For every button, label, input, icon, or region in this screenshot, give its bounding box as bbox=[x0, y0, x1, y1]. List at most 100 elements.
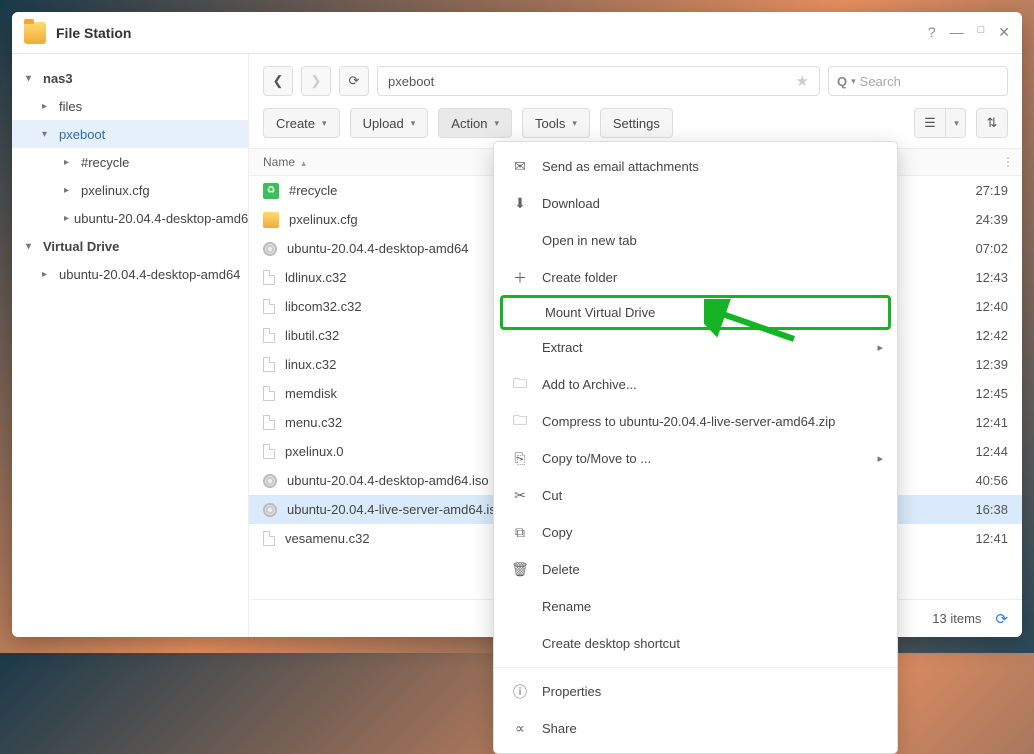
tree-files[interactable]: ▸ files bbox=[12, 92, 248, 120]
chevron-right-icon: ▸ bbox=[877, 452, 883, 465]
cut-icon: ✂ bbox=[512, 487, 528, 504]
file-time: 12:41 bbox=[938, 531, 1008, 546]
ctx-copy[interactable]: ⧉Copy bbox=[494, 514, 897, 551]
disc-icon bbox=[263, 503, 277, 517]
window-title: File Station bbox=[56, 25, 131, 41]
chevron-right-icon: ▸ bbox=[64, 213, 69, 224]
upload-button[interactable]: Upload▾ bbox=[350, 108, 429, 138]
chevron-down-icon: ▾ bbox=[26, 241, 38, 252]
folder-icon bbox=[263, 212, 279, 228]
file-icon bbox=[263, 415, 275, 430]
chevron-down-icon: ▾ bbox=[322, 118, 327, 129]
column-menu-icon[interactable]: ⋮ bbox=[1002, 155, 1014, 169]
info-icon: ⓘ bbox=[512, 682, 528, 702]
ctx-share[interactable]: ∝Share bbox=[494, 710, 897, 747]
compress-icon: 🗀 bbox=[512, 410, 528, 434]
tree-root-label: nas3 bbox=[43, 71, 73, 86]
ctx-cut[interactable]: ✂Cut bbox=[494, 477, 897, 514]
ctx-rename[interactable]: Rename bbox=[494, 588, 897, 625]
sidebar: ▾ nas3 ▸ files ▾ pxeboot ▸ #recycle ▸ px… bbox=[12, 54, 249, 637]
path-bar[interactable]: pxeboot ★ bbox=[377, 66, 820, 96]
file-time: 12:44 bbox=[938, 444, 1008, 459]
file-time: 12:40 bbox=[938, 299, 1008, 314]
back-button[interactable]: ❮ bbox=[263, 66, 293, 96]
ctx-copy-move[interactable]: ⎘Copy to/Move to ...▸ bbox=[494, 440, 897, 477]
ctx-open-tab[interactable]: Open in new tab bbox=[494, 222, 897, 259]
file-time: 27:19 bbox=[938, 183, 1008, 198]
tree-label: Virtual Drive bbox=[43, 239, 119, 254]
search-icon: Q bbox=[837, 74, 847, 89]
tree-label: pxelinux.cfg bbox=[81, 183, 150, 198]
file-time: 24:39 bbox=[938, 212, 1008, 227]
download-icon: ⬇ bbox=[512, 195, 528, 212]
create-button[interactable]: Create▾ bbox=[263, 108, 340, 138]
file-icon bbox=[263, 386, 275, 401]
star-icon[interactable]: ★ bbox=[796, 72, 809, 90]
tree-pxelinuxcfg[interactable]: ▸ pxelinux.cfg bbox=[12, 176, 248, 204]
ctx-compress[interactable]: 🗀Compress to ubuntu-20.04.4-live-server-… bbox=[494, 403, 897, 440]
chevron-down-icon: ▾ bbox=[494, 118, 499, 129]
divider bbox=[494, 667, 897, 668]
close-icon[interactable]: ✕ bbox=[998, 24, 1010, 41]
ctx-properties[interactable]: ⓘProperties bbox=[494, 673, 897, 710]
ctx-shortcut[interactable]: Create desktop shortcut bbox=[494, 625, 897, 662]
chevron-right-icon: ▸ bbox=[42, 101, 54, 112]
ctx-extract[interactable]: Extract▸ bbox=[494, 329, 897, 366]
chevron-down-icon: ▾ bbox=[572, 118, 577, 129]
ctx-add-archive[interactable]: 🗀Add to Archive... bbox=[494, 366, 897, 403]
new-folder-icon: ＋ bbox=[512, 268, 528, 288]
file-icon bbox=[263, 328, 275, 343]
tools-button[interactable]: Tools▾ bbox=[522, 108, 590, 138]
sort-icon[interactable]: ⇅ bbox=[976, 108, 1008, 138]
tree-label: pxeboot bbox=[59, 127, 105, 142]
forward-button[interactable]: ❯ bbox=[301, 66, 331, 96]
chevron-right-icon: ▸ bbox=[42, 269, 54, 280]
recycle-icon: ♻ bbox=[263, 183, 279, 199]
tree-label: ubuntu-20.04.4-desktop-amd64 bbox=[74, 211, 248, 226]
nav-toolbar: ❮ ❯ ⟳ pxeboot ★ Q▾ Search bbox=[249, 54, 1022, 102]
file-time: 12:39 bbox=[938, 357, 1008, 372]
mail-icon: ✉ bbox=[512, 158, 528, 175]
file-station-window: File Station ? — □ ✕ ▾ nas3 ▸ files ▾ px… bbox=[12, 12, 1022, 637]
copy-icon: ⧉ bbox=[512, 524, 528, 541]
titlebar: File Station ? — □ ✕ bbox=[12, 12, 1022, 54]
settings-button[interactable]: Settings bbox=[600, 108, 673, 138]
ctx-send-email[interactable]: ✉Send as email attachments bbox=[494, 148, 897, 185]
action-button[interactable]: Action▾ bbox=[438, 108, 512, 138]
help-icon[interactable]: ? bbox=[928, 24, 936, 41]
chevron-right-icon: ▸ bbox=[64, 185, 76, 196]
folder-app-icon bbox=[24, 22, 46, 44]
tree-vd-ubuntu[interactable]: ▸ ubuntu-20.04.4-desktop-amd64 bbox=[12, 260, 248, 288]
tree-recycle[interactable]: ▸ #recycle bbox=[12, 148, 248, 176]
file-icon bbox=[263, 299, 275, 314]
view-list-icon[interactable]: ☰ bbox=[914, 108, 946, 138]
file-time: 07:02 bbox=[938, 241, 1008, 256]
ctx-create-folder[interactable]: ＋Create folder bbox=[494, 259, 897, 296]
view-dropdown-icon[interactable]: ▾ bbox=[946, 108, 966, 138]
chevron-down-icon: ▾ bbox=[411, 118, 416, 129]
sort-asc-icon: ▴ bbox=[301, 158, 306, 168]
chevron-down-icon: ▾ bbox=[851, 76, 856, 87]
chevron-down-icon: ▾ bbox=[26, 73, 38, 84]
maximize-icon[interactable]: □ bbox=[978, 24, 985, 41]
context-menu: ✉Send as email attachments ⬇Download Ope… bbox=[493, 141, 898, 754]
file-icon bbox=[263, 357, 275, 372]
reload-icon[interactable]: ⟳ bbox=[995, 610, 1008, 628]
ctx-mount-virtual-drive[interactable]: Mount Virtual Drive bbox=[500, 295, 891, 330]
minimize-icon[interactable]: — bbox=[950, 24, 964, 41]
tree-pxeboot[interactable]: ▾ pxeboot bbox=[12, 120, 248, 148]
search-input[interactable]: Q▾ Search bbox=[828, 66, 1008, 96]
refresh-button[interactable]: ⟳ bbox=[339, 66, 369, 96]
share-icon: ∝ bbox=[512, 720, 528, 737]
ctx-delete[interactable]: 🗑Delete bbox=[494, 551, 897, 588]
tree-virtual-drive[interactable]: ▾ Virtual Drive bbox=[12, 232, 248, 260]
ctx-download[interactable]: ⬇Download bbox=[494, 185, 897, 222]
chevron-down-icon: ▾ bbox=[42, 129, 54, 140]
tree-ubuntu-desktop[interactable]: ▸ ubuntu-20.04.4-desktop-amd64 bbox=[12, 204, 248, 232]
file-time: 16:38 bbox=[938, 502, 1008, 517]
file-icon bbox=[263, 531, 275, 546]
copy-move-icon: ⎘ bbox=[512, 450, 528, 467]
file-icon bbox=[263, 270, 275, 285]
disc-icon bbox=[263, 242, 277, 256]
tree-root[interactable]: ▾ nas3 bbox=[12, 64, 248, 92]
